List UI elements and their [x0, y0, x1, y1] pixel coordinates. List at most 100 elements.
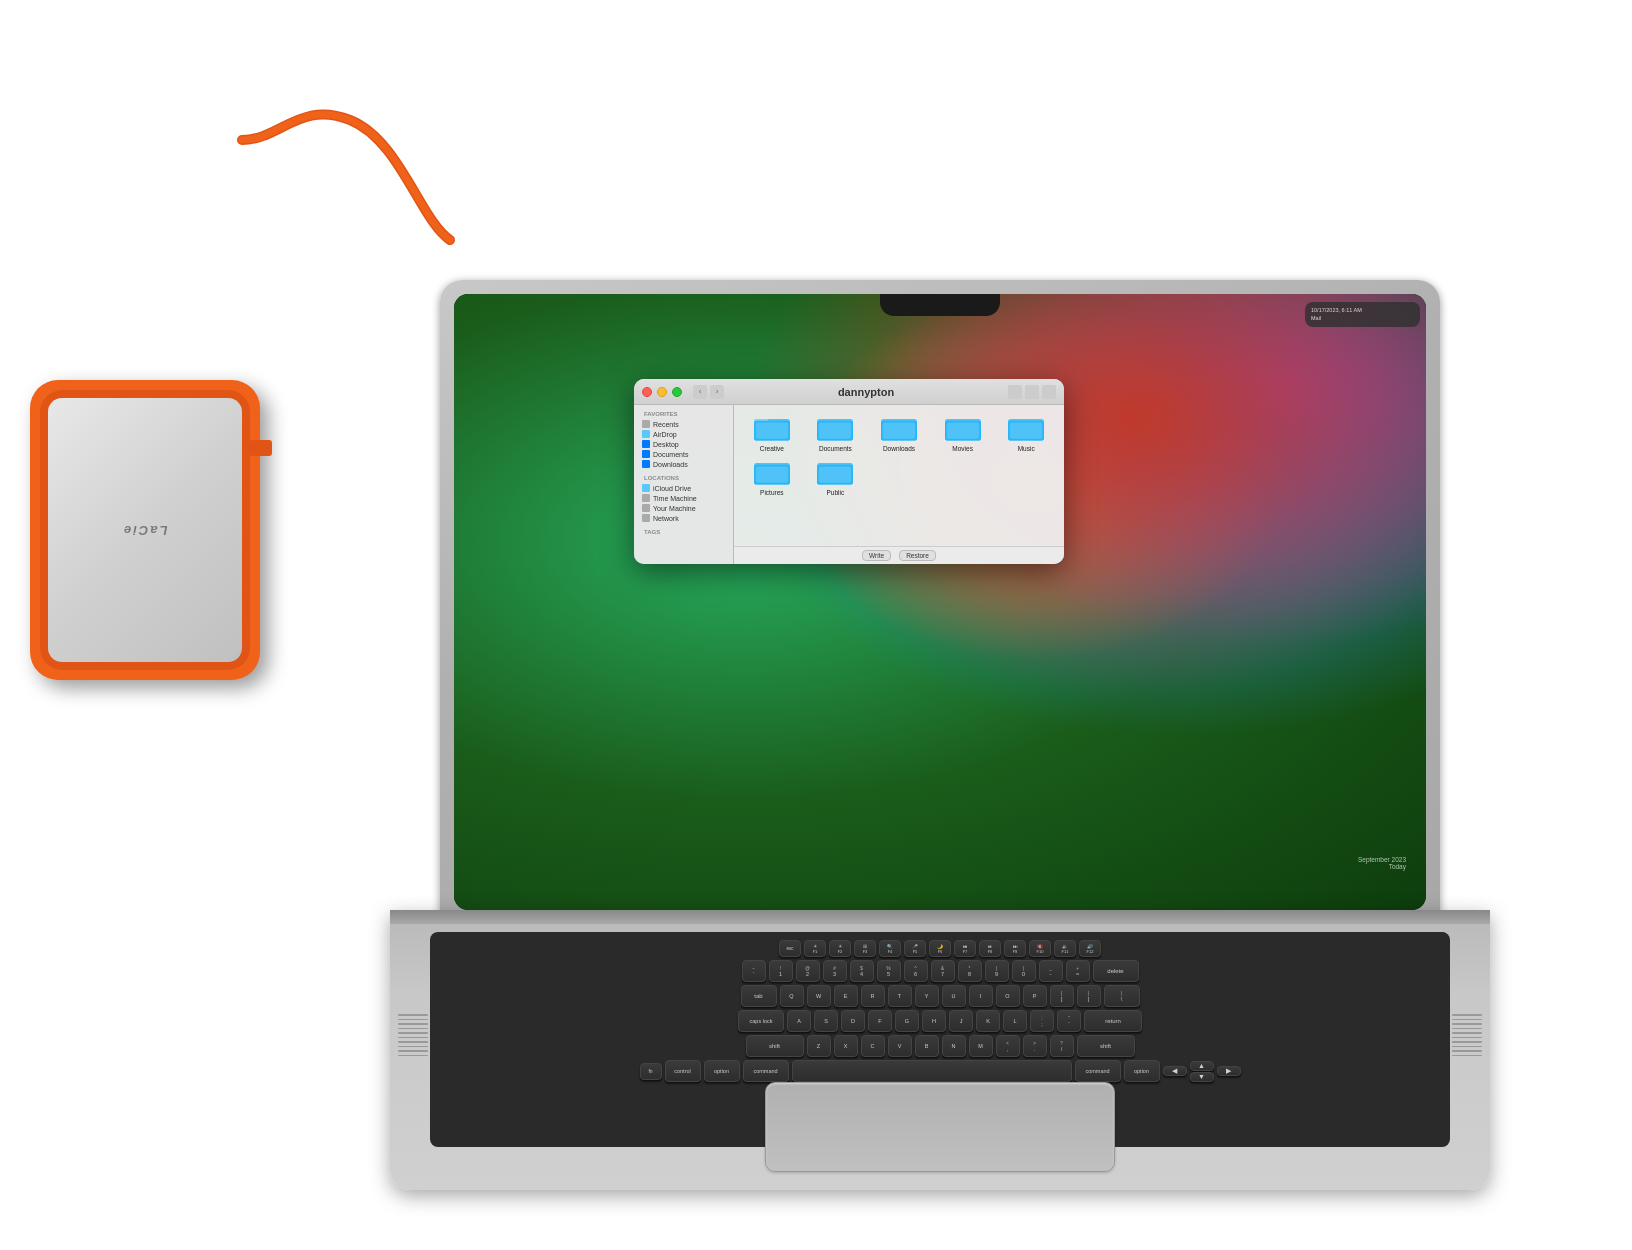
key-g[interactable]: G — [895, 1010, 919, 1032]
sidebar-item-icloud[interactable]: iCloud Drive — [638, 483, 729, 493]
key-u[interactable]: U — [942, 985, 966, 1007]
key-y[interactable]: Y — [915, 985, 939, 1007]
key-r[interactable]: R — [861, 985, 885, 1007]
key-arrow-left[interactable]: ◀ — [1163, 1066, 1187, 1076]
key-shift-right[interactable]: shift — [1077, 1035, 1135, 1057]
key-b[interactable]: B — [915, 1035, 939, 1057]
write-button[interactable]: Write — [862, 550, 891, 561]
key-4[interactable]: $4 — [850, 960, 874, 982]
finder-file-downloads[interactable]: Downloads — [869, 413, 929, 453]
key-3[interactable]: #3 — [823, 960, 847, 982]
key-1[interactable]: !1 — [769, 960, 793, 982]
key-e[interactable]: E — [834, 985, 858, 1007]
key-f11[interactable]: 🔉F11 — [1054, 940, 1076, 957]
key-k[interactable]: K — [976, 1010, 1000, 1032]
key-6[interactable]: ^6 — [904, 960, 928, 982]
touchpad[interactable] — [765, 1082, 1115, 1172]
sidebar-item-network[interactable]: Network — [638, 513, 729, 523]
key-f7[interactable]: ⏮F7 — [954, 940, 976, 957]
key-command-right[interactable]: command — [1075, 1060, 1121, 1082]
key-tab[interactable]: tab — [741, 985, 777, 1007]
key-backslash[interactable]: |\ — [1104, 985, 1140, 1007]
key-fn[interactable]: fn — [640, 1063, 662, 1080]
sidebar-item-timemachine[interactable]: Time Machine — [638, 493, 729, 503]
key-i[interactable]: I — [969, 985, 993, 1007]
key-comma[interactable]: <, — [996, 1035, 1020, 1057]
minimize-button[interactable] — [657, 387, 667, 397]
key-shift-left[interactable]: shift — [746, 1035, 804, 1057]
key-f3[interactable]: ⊞F3 — [854, 940, 876, 957]
key-d[interactable]: D — [841, 1010, 865, 1032]
key-h[interactable]: H — [922, 1010, 946, 1032]
key-x[interactable]: X — [834, 1035, 858, 1057]
key-apostrophe[interactable]: "' — [1057, 1010, 1081, 1032]
key-option-right[interactable]: option — [1124, 1060, 1160, 1082]
sidebar-item-documents[interactable]: Documents — [638, 449, 729, 459]
key-return[interactable]: return — [1084, 1010, 1142, 1032]
key-arrow-up[interactable]: ▲ — [1190, 1061, 1214, 1071]
key-7[interactable]: &7 — [931, 960, 955, 982]
key-c[interactable]: C — [861, 1035, 885, 1057]
key-arrow-right[interactable]: ▶ — [1217, 1066, 1241, 1076]
key-2[interactable]: @2 — [796, 960, 820, 982]
finder-file-creative[interactable]: Creative — [742, 413, 802, 453]
key-option-left[interactable]: option — [704, 1060, 740, 1082]
share-icon[interactable] — [1025, 385, 1039, 399]
key-arrow-down[interactable]: ▼ — [1190, 1072, 1214, 1082]
key-control[interactable]: control — [665, 1060, 701, 1082]
key-f10[interactable]: 🔇F10 — [1029, 940, 1051, 957]
key-equals[interactable]: += — [1066, 960, 1090, 982]
key-v[interactable]: V — [888, 1035, 912, 1057]
finder-file-movies[interactable]: Movies — [933, 413, 993, 453]
key-bracket-right[interactable]: }] — [1077, 985, 1101, 1007]
key-f12[interactable]: 🔊F12 — [1079, 940, 1101, 957]
key-f8[interactable]: ⏯F8 — [979, 940, 1001, 957]
key-0[interactable]: )0 — [1012, 960, 1036, 982]
key-f2[interactable]: ☀F2 — [829, 940, 851, 957]
key-5[interactable]: %5 — [877, 960, 901, 982]
key-period[interactable]: >. — [1023, 1035, 1047, 1057]
sidebar-item-airdrop[interactable]: AirDrop — [638, 429, 729, 439]
key-l[interactable]: L — [1003, 1010, 1027, 1032]
finder-window[interactable]: ‹ › dannypton — [634, 379, 1064, 564]
key-8[interactable]: *8 — [958, 960, 982, 982]
close-button[interactable] — [642, 387, 652, 397]
key-esc[interactable]: esc — [779, 940, 801, 957]
key-p[interactable]: P — [1023, 985, 1047, 1007]
key-a[interactable]: A — [787, 1010, 811, 1032]
key-o[interactable]: O — [996, 985, 1020, 1007]
key-f5[interactable]: 🎤F5 — [904, 940, 926, 957]
finder-file-pictures[interactable]: Pictures — [742, 457, 802, 497]
key-j[interactable]: J — [949, 1010, 973, 1032]
search-icon[interactable] — [1042, 385, 1056, 399]
key-f4[interactable]: 🔍F4 — [879, 940, 901, 957]
key-s[interactable]: S — [814, 1010, 838, 1032]
view-icon[interactable] — [1008, 385, 1022, 399]
finder-file-music[interactable]: Music — [996, 413, 1056, 453]
sidebar-item-yourmachine[interactable]: Your Machine — [638, 503, 729, 513]
sidebar-item-recents[interactable]: Recents — [638, 419, 729, 429]
key-backtick[interactable]: ~` — [742, 960, 766, 982]
finder-file-public[interactable]: Public — [806, 457, 866, 497]
key-9[interactable]: (9 — [985, 960, 1009, 982]
key-capslock[interactable]: caps lock — [738, 1010, 784, 1032]
key-f[interactable]: F — [868, 1010, 892, 1032]
key-minus[interactable]: _- — [1039, 960, 1063, 982]
sidebar-item-downloads[interactable]: Downloads — [638, 459, 729, 469]
key-q[interactable]: Q — [780, 985, 804, 1007]
key-t[interactable]: T — [888, 985, 912, 1007]
key-slash[interactable]: ?/ — [1050, 1035, 1074, 1057]
finder-file-documents[interactable]: Documents — [806, 413, 866, 453]
key-bracket-left[interactable]: {[ — [1050, 985, 1074, 1007]
key-space[interactable] — [792, 1060, 1072, 1082]
restore-button[interactable]: Restore — [899, 550, 936, 561]
key-z[interactable]: Z — [807, 1035, 831, 1057]
sidebar-item-desktop[interactable]: Desktop — [638, 439, 729, 449]
key-m[interactable]: M — [969, 1035, 993, 1057]
maximize-button[interactable] — [672, 387, 682, 397]
back-button[interactable]: ‹ — [693, 385, 707, 399]
key-w[interactable]: W — [807, 985, 831, 1007]
key-f1[interactable]: ☀F1 — [804, 940, 826, 957]
key-semicolon[interactable]: :; — [1030, 1010, 1054, 1032]
key-f9[interactable]: ⏭F9 — [1004, 940, 1026, 957]
